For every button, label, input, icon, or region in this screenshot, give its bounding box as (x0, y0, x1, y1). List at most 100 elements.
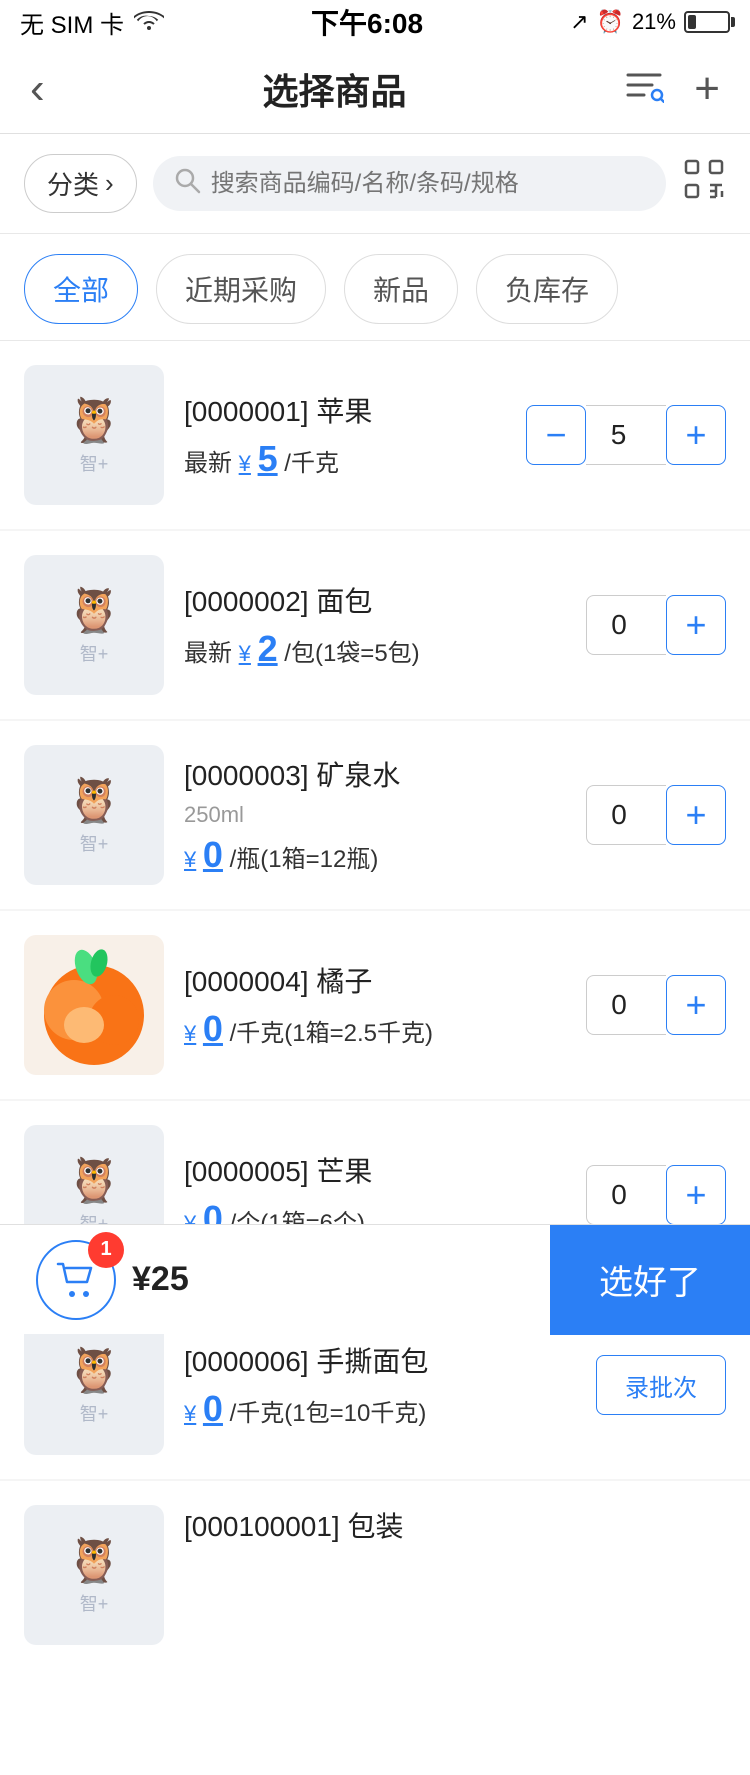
status-time: 下午6:08 (311, 2, 423, 42)
orange-fruit-image (24, 935, 164, 1075)
price-value: 5 (258, 438, 278, 479)
category-button[interactable]: 分类 › (24, 154, 137, 213)
thumbnail-placeholder: 🦉 智+ (24, 745, 164, 885)
alarm-icon: ⏰ (597, 9, 624, 35)
quantity-input[interactable] (586, 405, 666, 465)
product-thumbnail (24, 935, 164, 1075)
category-label: 分类 (47, 165, 99, 202)
increase-button[interactable]: + (666, 1165, 726, 1225)
product-code: [0000001] (184, 396, 309, 427)
product-name: [0000006] 手撕面包 (184, 1340, 576, 1380)
location-icon: ↗ (570, 9, 588, 35)
list-item: 🦉 智+ [000100001] 包装 (0, 1481, 750, 1775)
product-title: 矿泉水 (316, 760, 400, 791)
thumbnail-placeholder: 🦉 智+ (24, 1505, 164, 1645)
quantity-input[interactable] (586, 1165, 666, 1225)
tab-new[interactable]: 新品 (344, 254, 458, 324)
carrier-text: 无 SIM 卡 (20, 5, 124, 40)
quantity-control: + (586, 595, 726, 655)
increase-button[interactable]: + (666, 975, 726, 1035)
product-thumbnail: 🦉 智+ (24, 745, 164, 885)
page-title: 选择商品 (262, 63, 406, 115)
quantity-input[interactable] (586, 975, 666, 1035)
product-code: [0000003] (184, 760, 309, 791)
price-unit: /瓶(1箱=12瓶) (230, 846, 379, 873)
tab-negative[interactable]: 负库存 (476, 254, 618, 324)
product-name: [0000002] 面包 (184, 580, 566, 620)
quantity-input[interactable] (586, 785, 666, 845)
product-price: 最新 ¥ 5 /千克 (184, 438, 506, 480)
product-title: 橘子 (316, 966, 372, 997)
owl-logo-icon: 🦉 (67, 584, 122, 636)
product-price: 最新 ¥ 2 /包(1袋=5包) (184, 628, 566, 670)
cart-badge: 1 (88, 1232, 124, 1268)
price-currency-icon: ¥ (239, 641, 251, 666)
tab-all[interactable]: 全部 (24, 254, 138, 324)
price-value: 0 (203, 1388, 223, 1429)
quantity-control: + (586, 785, 726, 845)
product-title: 手撕面包 (316, 1346, 428, 1377)
product-title: 芒果 (316, 1156, 372, 1187)
filter-icon-button[interactable] (624, 67, 664, 111)
battery-percent: 21% (632, 9, 676, 35)
product-price: ¥ 0 /瓶(1箱=12瓶) (184, 834, 566, 876)
thumbnail-placeholder: 🦉 智+ (24, 365, 164, 505)
increase-button[interactable]: + (666, 405, 726, 465)
product-info: [0000003] 矿泉水 250ml ¥ 0 /瓶(1箱=12瓶) (184, 754, 566, 876)
status-right: ↗ ⏰ 21% (570, 9, 730, 35)
status-bar: 无 SIM 卡 下午6:08 ↗ ⏰ 21% (0, 0, 750, 44)
price-unit: /千克 (284, 450, 339, 477)
product-code: [0000006] (184, 1346, 309, 1377)
batch-record-button[interactable]: 录批次 (596, 1355, 726, 1415)
price-currency-icon: ¥ (184, 1021, 196, 1046)
quantity-input[interactable] (586, 595, 666, 655)
list-item: [0000004] 橘子 ¥ 0 /千克(1箱=2.5千克) + (0, 911, 750, 1099)
owl-logo-icon: 🦉 (67, 774, 122, 826)
quantity-control: + (586, 975, 726, 1035)
bottom-bar: 1 ¥25 选好了 (0, 1224, 750, 1334)
back-button[interactable]: ‹ (30, 64, 45, 114)
increase-button[interactable]: + (666, 595, 726, 655)
owl-label: 智+ (80, 1400, 109, 1426)
product-info: [0000002] 面包 最新 ¥ 2 /包(1袋=5包) (184, 580, 566, 670)
cart-section: 1 ¥25 (0, 1240, 550, 1320)
product-price: ¥ 0 /千克(1包=10千克) (184, 1388, 576, 1430)
decrease-button[interactable]: − (526, 405, 586, 465)
product-info: [0000006] 手撕面包 ¥ 0 /千克(1包=10千克) (184, 1340, 576, 1430)
search-icon (173, 166, 201, 201)
product-title: 面包 (316, 586, 372, 617)
scan-button[interactable] (682, 157, 726, 211)
product-info: [000100001] 包装 (184, 1505, 726, 1553)
list-item: 🦉 智+ [0000002] 面包 最新 ¥ 2 /包(1袋=5包) + (0, 531, 750, 719)
owl-label: 智+ (80, 640, 109, 666)
product-thumbnail: 🦉 智+ (24, 1315, 164, 1455)
product-code: [0000002] (184, 586, 309, 617)
tab-recent[interactable]: 近期采购 (156, 254, 326, 324)
search-wrap (153, 156, 666, 211)
search-input[interactable] (211, 170, 646, 198)
increase-button[interactable]: + (666, 785, 726, 845)
product-price: ¥ 0 /千克(1箱=2.5千克) (184, 1008, 566, 1050)
product-title: 包装 (348, 1511, 404, 1542)
thumbnail-placeholder: 🦉 智+ (24, 555, 164, 695)
list-item: 🦉 智+ [0000001] 苹果 最新 ¥ 5 /千克 − + (0, 341, 750, 529)
add-button[interactable]: + (694, 67, 720, 111)
product-code: [000100001] (184, 1511, 340, 1542)
price-unit: /包(1袋=5包) (284, 640, 419, 667)
owl-label: 智+ (80, 450, 109, 476)
battery-icon (684, 11, 730, 33)
price-unit: /千克(1箱=2.5千克) (230, 1020, 433, 1047)
product-name: [000100001] 包装 (184, 1505, 726, 1545)
product-info: [0000001] 苹果 最新 ¥ 5 /千克 (184, 390, 506, 480)
cart-icon-button[interactable]: 1 (36, 1240, 116, 1320)
wifi-icon (134, 8, 164, 37)
status-left: 无 SIM 卡 (20, 5, 164, 40)
nav-bar: ‹ 选择商品 + (0, 44, 750, 134)
product-code: [0000004] (184, 966, 309, 997)
product-name: [0000003] 矿泉水 (184, 754, 566, 794)
confirm-button[interactable]: 选好了 (550, 1225, 750, 1335)
product-thumbnail: 🦉 智+ (24, 365, 164, 505)
nav-icons: + (624, 67, 720, 111)
product-name: [0000004] 橘子 (184, 960, 566, 1000)
price-unit: /千克(1包=10千克) (230, 1400, 427, 1427)
